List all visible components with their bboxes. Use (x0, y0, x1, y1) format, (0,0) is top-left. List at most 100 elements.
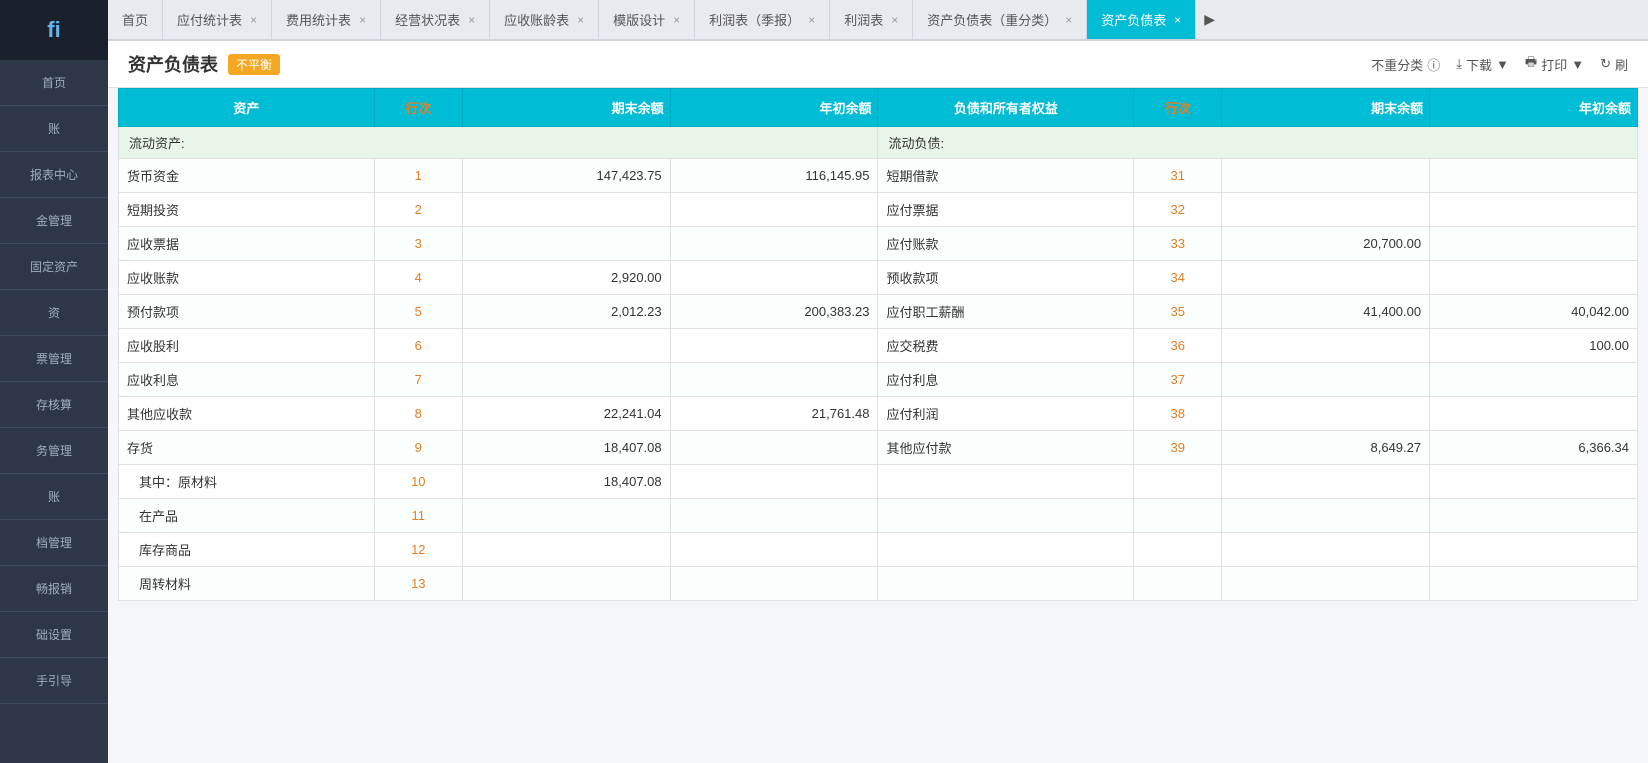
tab-template-design[interactable]: 模版设计 × (599, 0, 695, 39)
start-balance-cell[interactable] (670, 499, 878, 533)
asset-cell[interactable]: 应收利息 (119, 363, 375, 397)
start-balance-cell[interactable] (670, 227, 878, 261)
sidebar-item-archive[interactable]: 档管理 (0, 520, 108, 566)
end-balance2-cell[interactable] (1222, 159, 1430, 193)
start-balance2-cell[interactable] (1430, 465, 1638, 499)
end-balance-cell[interactable]: 2,920.00 (462, 261, 670, 295)
start-balance-cell[interactable] (670, 329, 878, 363)
sidebar-item-settings[interactable]: 础设置 (0, 612, 108, 658)
end-balance2-cell[interactable] (1222, 397, 1430, 431)
sidebar-item-home[interactable]: 首页 (0, 60, 108, 106)
end-balance-cell[interactable] (462, 329, 670, 363)
start-balance2-cell[interactable] (1430, 193, 1638, 227)
end-balance-cell[interactable]: 22,241.04 (462, 397, 670, 431)
refresh-btn[interactable]: ↻ 刷 (1600, 55, 1628, 74)
sidebar-item-expense[interactable]: 畅报销 (0, 566, 108, 612)
tab-home[interactable]: 首页 (108, 0, 163, 39)
liability-cell[interactable]: 其他应付款 (878, 431, 1134, 465)
tab-operations[interactable]: 经营状况表 × (381, 0, 490, 39)
tab-scroll-right[interactable]: ▶ (1196, 1, 1223, 38)
end-balance2-cell[interactable]: 20,700.00 (1222, 227, 1430, 261)
tab-profit-close[interactable]: × (891, 13, 898, 27)
start-balance-cell[interactable]: 21,761.48 (670, 397, 878, 431)
end-balance2-cell[interactable]: 41,400.00 (1222, 295, 1430, 329)
start-balance-cell[interactable] (670, 465, 878, 499)
asset-cell[interactable]: 货币资金 (119, 159, 375, 193)
end-balance2-cell[interactable] (1222, 567, 1430, 601)
end-balance2-cell[interactable] (1222, 533, 1430, 567)
liability-cell[interactable]: 应付利润 (878, 397, 1134, 431)
liability-cell[interactable]: 短期借款 (878, 159, 1134, 193)
sidebar-item-invoice[interactable]: 票管理 (0, 336, 108, 382)
sidebar-item-finance[interactable]: 金管理 (0, 198, 108, 244)
start-balance2-cell[interactable] (1430, 227, 1638, 261)
end-balance-cell[interactable] (462, 227, 670, 261)
end-balance2-cell[interactable] (1222, 329, 1430, 363)
asset-cell[interactable]: 其中：原材料 (119, 465, 375, 499)
tab-payable-stats[interactable]: 应付统计表 × (163, 0, 272, 39)
end-balance-cell[interactable] (462, 363, 670, 397)
start-balance2-cell[interactable]: 100.00 (1430, 329, 1638, 363)
tab-expense-stats-close[interactable]: × (359, 13, 366, 27)
liability-cell[interactable]: 应交税费 (878, 329, 1134, 363)
asset-cell[interactable]: 库存商品 (119, 533, 375, 567)
start-balance2-cell[interactable] (1430, 363, 1638, 397)
end-balance-cell[interactable]: 147,423.75 (462, 159, 670, 193)
start-balance-cell[interactable] (670, 261, 878, 295)
liability-cell[interactable] (878, 533, 1134, 567)
start-balance2-cell[interactable]: 6,366.34 (1430, 431, 1638, 465)
start-balance2-cell[interactable]: 40,042.00 (1430, 295, 1638, 329)
end-balance-cell[interactable]: 18,407.08 (462, 465, 670, 499)
sidebar-item-guide[interactable]: 手引导 (0, 658, 108, 704)
asset-cell[interactable]: 短期投资 (119, 193, 375, 227)
end-balance-cell[interactable] (462, 499, 670, 533)
end-balance2-cell[interactable] (1222, 363, 1430, 397)
liability-cell[interactable]: 应付职工薪酬 (878, 295, 1134, 329)
start-balance-cell[interactable] (670, 533, 878, 567)
print-btn[interactable]: 🖶 打印 ▼ (1525, 53, 1584, 75)
asset-cell[interactable]: 应收票据 (119, 227, 375, 261)
liability-cell[interactable]: 应付票据 (878, 193, 1134, 227)
start-balance-cell[interactable] (670, 567, 878, 601)
end-balance-cell[interactable] (462, 193, 670, 227)
liability-cell[interactable] (878, 499, 1134, 533)
start-balance2-cell[interactable] (1430, 567, 1638, 601)
asset-cell[interactable]: 预付款项 (119, 295, 375, 329)
tab-expense-stats[interactable]: 费用统计表 × (272, 0, 381, 39)
tab-profit[interactable]: 利润表 × (830, 0, 913, 39)
start-balance-cell[interactable] (670, 363, 878, 397)
download-btn[interactable]: ⤓ 下载 ▼ (1456, 55, 1509, 74)
start-balance2-cell[interactable] (1430, 159, 1638, 193)
end-balance2-cell[interactable] (1222, 193, 1430, 227)
start-balance2-cell[interactable] (1430, 261, 1638, 295)
liability-cell[interactable]: 预收款项 (878, 261, 1134, 295)
tab-balance-sheet-close[interactable]: × (1174, 13, 1181, 27)
tab-balance-sheet[interactable]: 资产负债表 × (1087, 0, 1196, 39)
tab-balance-reclassify[interactable]: 资产负债表（重分类） × (913, 0, 1087, 39)
tab-operations-close[interactable]: × (468, 13, 475, 27)
sidebar-item-reports[interactable]: 报表中心 (0, 152, 108, 198)
tab-profit-quarterly-close[interactable]: × (808, 13, 815, 27)
start-balance2-cell[interactable] (1430, 533, 1638, 567)
asset-cell[interactable]: 应收股利 (119, 329, 375, 363)
sidebar-item-tax[interactable]: 务管理 (0, 428, 108, 474)
start-balance-cell[interactable] (670, 431, 878, 465)
start-balance2-cell[interactable] (1430, 397, 1638, 431)
end-balance2-cell[interactable] (1222, 465, 1430, 499)
end-balance2-cell[interactable] (1222, 261, 1430, 295)
end-balance-cell[interactable] (462, 567, 670, 601)
asset-cell[interactable]: 在产品 (119, 499, 375, 533)
liability-cell[interactable] (878, 465, 1134, 499)
sidebar-item-account[interactable]: 账 (0, 106, 108, 152)
liability-cell[interactable]: 应付账款 (878, 227, 1134, 261)
start-balance-cell[interactable]: 116,145.95 (670, 159, 878, 193)
tab-balance-reclassify-close[interactable]: × (1065, 13, 1072, 27)
sidebar-item-fixed-assets[interactable]: 固定资产 (0, 244, 108, 290)
start-balance-cell[interactable] (670, 193, 878, 227)
tab-receivable-aging-close[interactable]: × (577, 13, 584, 27)
sidebar-item-ledger[interactable]: 账 (0, 474, 108, 520)
tab-payable-stats-close[interactable]: × (250, 13, 257, 27)
end-balance2-cell[interactable]: 8,649.27 (1222, 431, 1430, 465)
liability-cell[interactable] (878, 567, 1134, 601)
liability-cell[interactable]: 应付利息 (878, 363, 1134, 397)
